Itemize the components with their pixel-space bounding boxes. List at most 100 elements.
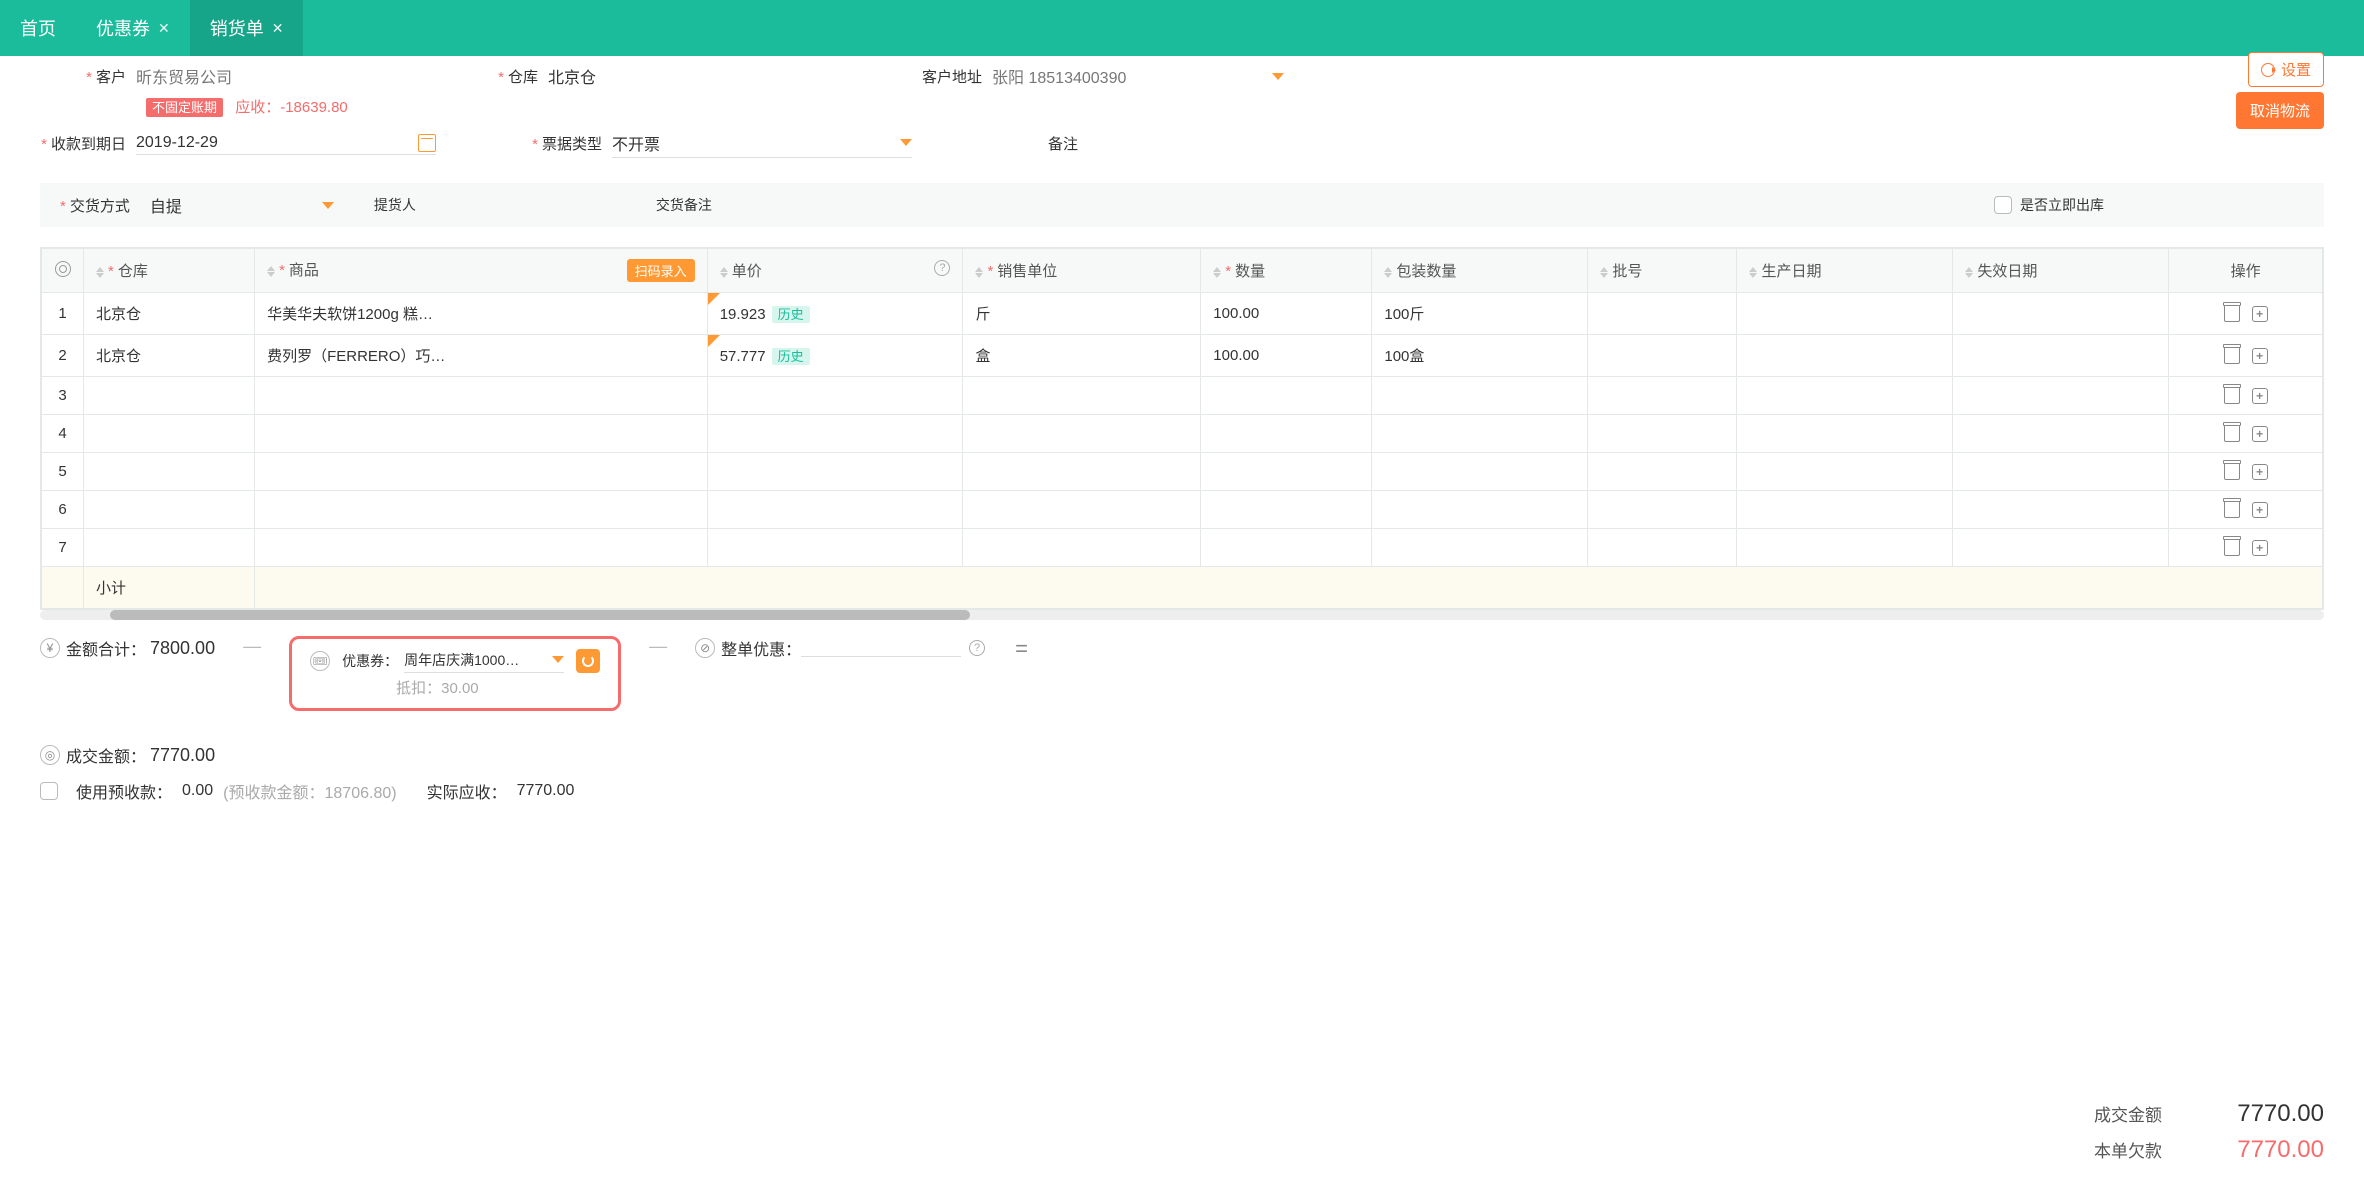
picker-input[interactable] [416, 197, 616, 214]
cell-pack[interactable]: 100盒 [1372, 335, 1588, 377]
cell-price[interactable] [707, 529, 963, 567]
warehouse-value[interactable]: 北京仓 [548, 64, 596, 88]
cell-expiry[interactable] [1953, 335, 2169, 377]
cell-unit[interactable] [963, 415, 1201, 453]
scan-input-badge[interactable]: 扫码录入 [627, 259, 695, 282]
due-date-input[interactable]: 2019-12-29 [136, 132, 436, 155]
copy-row-icon[interactable] [2252, 464, 2268, 480]
cell-prod-date[interactable] [1737, 377, 1953, 415]
cell-prod-date[interactable] [1737, 529, 1953, 567]
cell-unit[interactable] [963, 491, 1201, 529]
tab-sales-order[interactable]: 销货单 ✕ [190, 0, 304, 56]
reset-button[interactable]: 设置 [2248, 52, 2324, 87]
cell-expiry[interactable] [1953, 377, 2169, 415]
cell-unit[interactable] [963, 529, 1201, 567]
order-discount-input[interactable] [801, 639, 961, 657]
cell-pack[interactable] [1372, 491, 1588, 529]
gear-icon[interactable] [55, 261, 71, 277]
tab-coupon[interactable]: 优惠券 ✕ [76, 0, 190, 56]
cell-product[interactable] [255, 491, 708, 529]
delete-row-icon[interactable] [2224, 388, 2240, 404]
history-badge[interactable]: 历史 [772, 306, 810, 323]
col-expiry[interactable]: 失效日期 [1953, 249, 2169, 293]
chevron-down-icon[interactable] [552, 656, 564, 663]
cell-expiry[interactable] [1953, 415, 2169, 453]
delete-row-icon[interactable] [2224, 540, 2240, 556]
cell-warehouse[interactable] [84, 377, 255, 415]
cell-warehouse[interactable]: 北京仓 [84, 335, 255, 377]
cell-pack[interactable] [1372, 377, 1588, 415]
delivery-method-dropdown[interactable]: 自提 [150, 193, 334, 217]
cancel-logistics-button[interactable]: 取消物流 [2236, 92, 2324, 129]
cell-qty[interactable] [1201, 453, 1372, 491]
cell-batch[interactable] [1588, 491, 1737, 529]
cell-batch[interactable] [1588, 293, 1737, 335]
table-row[interactable]: 6 [42, 491, 2323, 529]
cell-price[interactable] [707, 453, 963, 491]
cell-batch[interactable] [1588, 335, 1737, 377]
cell-pack[interactable]: 100斤 [1372, 293, 1588, 335]
cell-price[interactable] [707, 491, 963, 529]
chevron-down-icon[interactable] [900, 139, 912, 146]
invoice-dropdown[interactable]: 不开票 [612, 129, 912, 158]
horizontal-scrollbar[interactable] [40, 610, 2324, 620]
cell-qty[interactable]: 100.00 [1201, 293, 1372, 335]
col-pack[interactable]: 包装数量 [1372, 249, 1588, 293]
cell-unit[interactable] [963, 453, 1201, 491]
delete-row-icon[interactable] [2224, 348, 2240, 364]
address-value[interactable]: 张阳 18513400390 [992, 64, 1272, 88]
cell-unit[interactable]: 斤 [963, 293, 1201, 335]
cell-warehouse[interactable]: 北京仓 [84, 293, 255, 335]
scrollbar-thumb[interactable] [110, 610, 970, 620]
cell-prod-date[interactable] [1737, 453, 1953, 491]
table-row[interactable]: 3 [42, 377, 2323, 415]
cell-product[interactable] [255, 453, 708, 491]
copy-row-icon[interactable] [2252, 502, 2268, 518]
cell-prod-date[interactable] [1737, 335, 1953, 377]
cell-pack[interactable] [1372, 529, 1588, 567]
col-warehouse[interactable]: *仓库 [84, 249, 255, 293]
delete-row-icon[interactable] [2224, 502, 2240, 518]
cell-product[interactable]: 华美华夫软饼1200g 糕… [255, 293, 708, 335]
cell-batch[interactable] [1588, 453, 1737, 491]
copy-row-icon[interactable] [2252, 348, 2268, 364]
cell-price[interactable]: 19.923历史 [707, 293, 963, 335]
coupon-dropdown[interactable]: 周年店庆满1000… [404, 650, 564, 673]
table-row[interactable]: 1北京仓华美华夫软饼1200g 糕…19.923历史斤100.00100斤 [42, 293, 2323, 335]
col-batch[interactable]: 批号 [1588, 249, 1737, 293]
delete-row-icon[interactable] [2224, 426, 2240, 442]
cell-expiry[interactable] [1953, 491, 2169, 529]
cell-product[interactable] [255, 415, 708, 453]
cell-qty[interactable] [1201, 377, 1372, 415]
copy-row-icon[interactable] [2252, 306, 2268, 322]
history-badge[interactable]: 历史 [772, 348, 810, 365]
remark-input[interactable] [1088, 135, 1388, 152]
immediate-out-checkbox[interactable] [1994, 196, 2012, 214]
delete-row-icon[interactable] [2224, 464, 2240, 480]
cell-unit[interactable] [963, 377, 1201, 415]
cell-expiry[interactable] [1953, 529, 2169, 567]
cell-pack[interactable] [1372, 415, 1588, 453]
delivery-remark-input[interactable] [712, 197, 912, 214]
use-prepay-checkbox[interactable] [40, 782, 58, 800]
col-price[interactable]: 单价? [707, 249, 963, 293]
refresh-coupon-button[interactable] [576, 649, 600, 673]
table-row[interactable]: 5 [42, 453, 2323, 491]
calendar-icon[interactable] [418, 134, 436, 152]
cell-product[interactable]: 费列罗（FERRERO）巧… [255, 335, 708, 377]
chevron-down-icon[interactable] [322, 202, 334, 209]
cell-warehouse[interactable] [84, 415, 255, 453]
copy-row-icon[interactable] [2252, 388, 2268, 404]
copy-row-icon[interactable] [2252, 540, 2268, 556]
cell-price[interactable] [707, 377, 963, 415]
cell-prod-date[interactable] [1737, 293, 1953, 335]
table-row[interactable]: 2北京仓费列罗（FERRERO）巧…57.777历史盒100.00100盒 [42, 335, 2323, 377]
cell-batch[interactable] [1588, 415, 1737, 453]
col-unit[interactable]: *销售单位 [963, 249, 1201, 293]
delete-row-icon[interactable] [2224, 306, 2240, 322]
col-prod-date[interactable]: 生产日期 [1737, 249, 1953, 293]
cell-qty[interactable]: 100.00 [1201, 335, 1372, 377]
cell-expiry[interactable] [1953, 453, 2169, 491]
col-product[interactable]: *商品扫码录入 [255, 249, 708, 293]
cell-batch[interactable] [1588, 529, 1737, 567]
